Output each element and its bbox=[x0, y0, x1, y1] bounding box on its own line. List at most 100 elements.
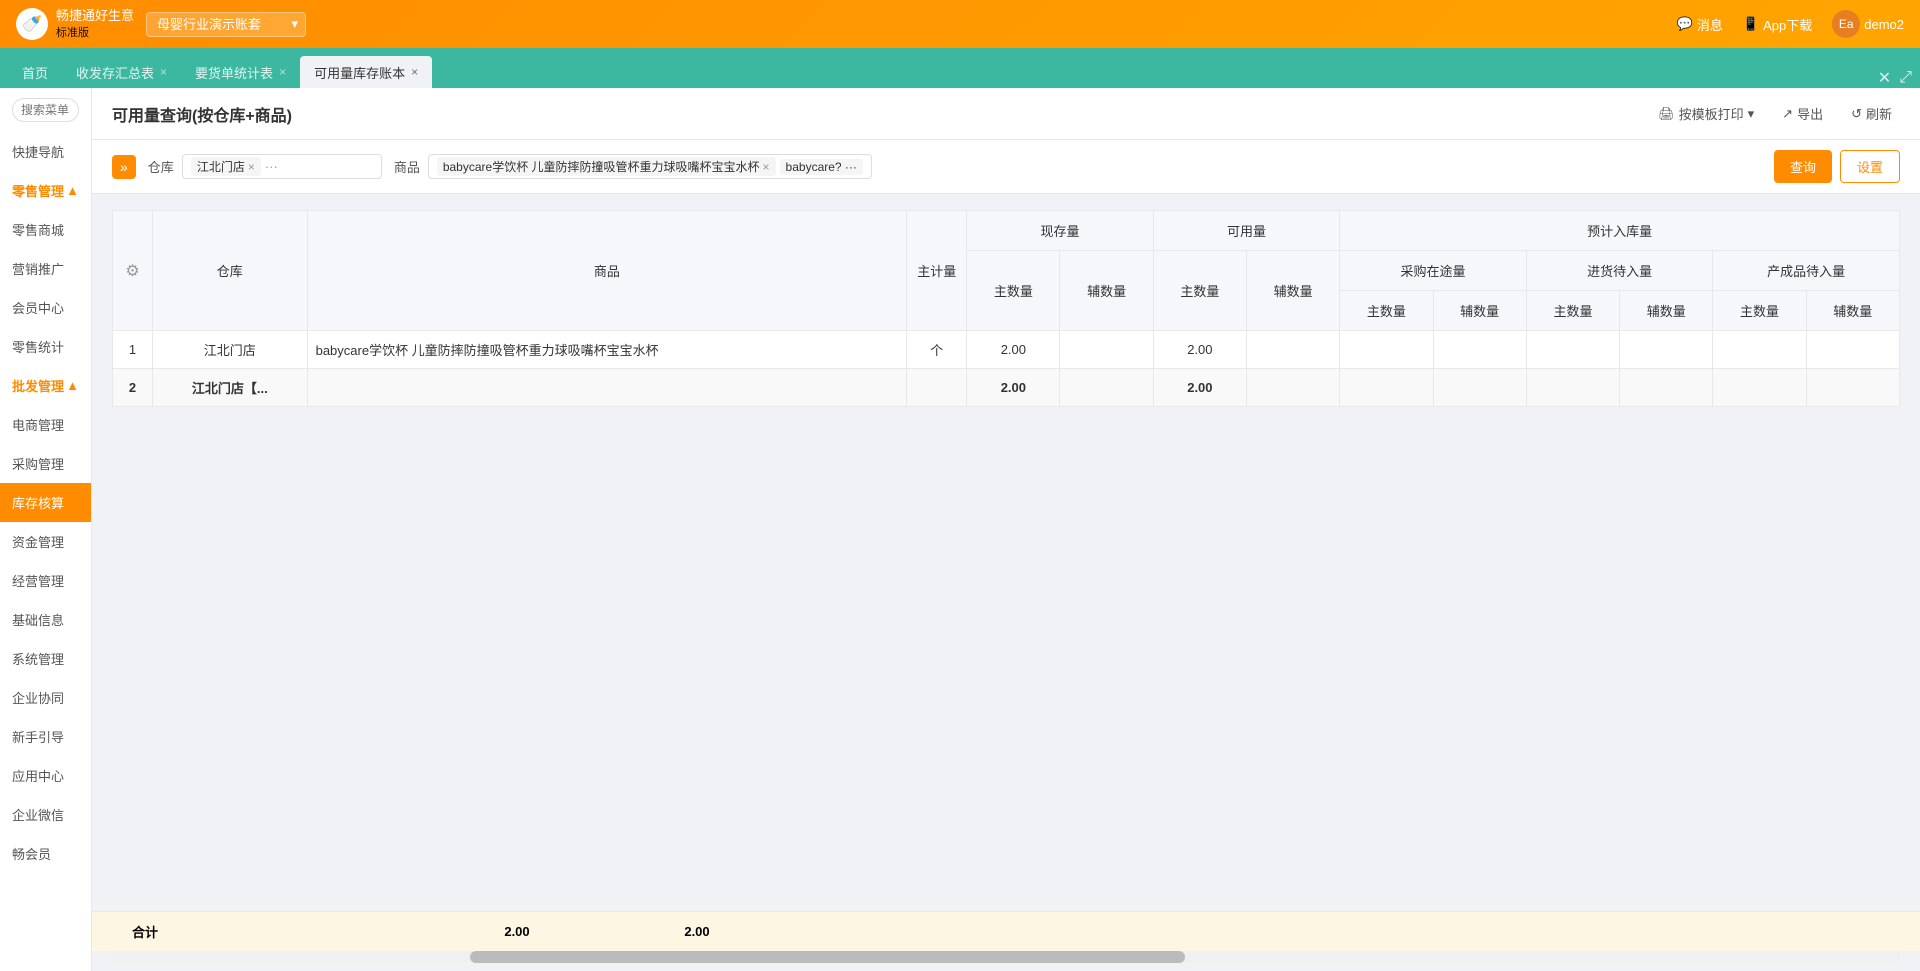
warehouse-tag-1[interactable]: 江北门店 × bbox=[191, 157, 261, 176]
cell-available-main: 2.00 bbox=[1153, 369, 1246, 407]
product-tag-1[interactable]: babycare学饮杯 儿童防摔防撞吸管杯重力球吸嘴杯宝宝水杯 × bbox=[437, 157, 776, 176]
tab-receive-summary[interactable]: 收发存汇总表 × bbox=[62, 56, 181, 88]
table-scrollbar[interactable] bbox=[112, 951, 1900, 963]
sidebar-item-inventory[interactable]: 库存核算 bbox=[0, 483, 91, 522]
th-current-stock: 现存量 bbox=[967, 211, 1154, 251]
sidebar-item-system[interactable]: 系统管理 bbox=[0, 639, 91, 678]
phone-icon: 📱 bbox=[1743, 16, 1759, 32]
cell-purchase-main bbox=[1340, 331, 1433, 369]
product-tag-remove-1[interactable]: × bbox=[763, 160, 770, 174]
query-btn[interactable]: 查询 bbox=[1774, 150, 1832, 183]
new-user-label: 新手引导 bbox=[12, 727, 64, 746]
store-selector[interactable]: 母婴行业演示账套 bbox=[146, 12, 306, 37]
sidebar-item-retail-mall[interactable]: 零售商城 bbox=[0, 210, 91, 249]
warehouse-dots[interactable]: ··· bbox=[265, 159, 278, 174]
app-download-btn[interactable]: 📱 App下载 bbox=[1743, 15, 1812, 34]
export-btn[interactable]: ↗ 导出 bbox=[1774, 100, 1831, 127]
tab-receive-summary-close[interactable]: × bbox=[160, 65, 167, 79]
retail-section-label: 零售管理 bbox=[12, 181, 64, 200]
th-production-aux: 辅数量 bbox=[1806, 291, 1899, 331]
store-selector-wrap[interactable]: 母婴行业演示账套 bbox=[146, 12, 306, 37]
th-production-pending: 产成品待入量 bbox=[1713, 251, 1900, 291]
tab-order-stats[interactable]: 要货单统计表 × bbox=[181, 56, 300, 88]
settings-icon[interactable]: ⚙ bbox=[125, 263, 139, 280]
quick-nav-label: 快捷导航 bbox=[12, 142, 64, 161]
message-btn[interactable]: 💬 消息 bbox=[1677, 15, 1723, 34]
tab-receive-summary-label: 收发存汇总表 bbox=[76, 63, 154, 82]
sidebar-item-retail-stats[interactable]: 零售统计 bbox=[0, 327, 91, 366]
data-table: ⚙ 仓库 商品 主计量 现存量 可用量 预计入库量 主数量 辅数量 主数量 辅数… bbox=[112, 210, 1900, 407]
sidebar-item-enterprise-wechat[interactable]: 企业微信 bbox=[0, 795, 91, 834]
th-main-unit: 主计量 bbox=[907, 211, 967, 331]
warehouse-tag-remove[interactable]: × bbox=[248, 160, 255, 174]
th-incoming-pending: 进货待入量 bbox=[1526, 251, 1713, 291]
refresh-btn[interactable]: ↺ 刷新 bbox=[1843, 100, 1900, 127]
th-settings[interactable]: ⚙ bbox=[113, 211, 153, 331]
enterprise-wechat-label: 企业微信 bbox=[12, 805, 64, 824]
app-center-label: 应用中心 bbox=[12, 766, 64, 785]
search-input[interactable] bbox=[12, 98, 79, 122]
th-purchase-aux: 辅数量 bbox=[1433, 291, 1526, 331]
warehouse-tag-container[interactable]: 江北门店 × ··· bbox=[182, 154, 382, 179]
export-icon: ↗ bbox=[1782, 106, 1793, 122]
retail-section-arrow: ▲ bbox=[66, 183, 79, 198]
logo-text: 畅捷通好生意 标准版 bbox=[56, 8, 134, 40]
table-scrollbar-thumb[interactable] bbox=[470, 951, 1185, 963]
sidebar-item-app-center[interactable]: 应用中心 bbox=[0, 756, 91, 795]
sidebar-item-ecommerce[interactable]: 电商管理 bbox=[0, 405, 91, 444]
th-purchase-transit: 采购在途量 bbox=[1340, 251, 1527, 291]
tab-available-ledger-label: 可用量库存账本 bbox=[314, 63, 405, 82]
product-tag-2[interactable]: babycare? ··· bbox=[780, 159, 863, 175]
sidebar-item-marketing[interactable]: 营销推广 bbox=[0, 249, 91, 288]
product-tag-container[interactable]: babycare学饮杯 儿童防摔防撞吸管杯重力球吸嘴杯宝宝水杯 × babyca… bbox=[428, 154, 872, 179]
sidebar-item-member-vip[interactable]: 畅会员 bbox=[0, 834, 91, 873]
sidebar-item-operations[interactable]: 经营管理 bbox=[0, 561, 91, 600]
tab-home-label: 首页 bbox=[22, 63, 48, 82]
main-layout: 快捷导航 零售管理 ▲ 零售商城 营销推广 会员中心 零售统计 批发管理 ▲ 电… bbox=[0, 88, 1920, 971]
print-template-btn[interactable]: 🖨 按模板打印 ▾ bbox=[1650, 100, 1762, 127]
sidebar-item-quick-nav[interactable]: 快捷导航 bbox=[0, 132, 91, 171]
user-menu[interactable]: Ea demo2 bbox=[1832, 10, 1904, 38]
sidebar-item-purchase[interactable]: 采购管理 bbox=[0, 444, 91, 483]
tab-order-stats-label: 要货单统计表 bbox=[195, 63, 273, 82]
purchase-label: 采购管理 bbox=[12, 454, 64, 473]
sidebar-section-retail[interactable]: 零售管理 ▲ bbox=[0, 171, 91, 210]
sidebar-item-new-user[interactable]: 新手引导 bbox=[0, 717, 91, 756]
logo-sub: 标准版 bbox=[56, 24, 134, 40]
tab-home[interactable]: 首页 bbox=[8, 56, 62, 88]
filter-bar: » 仓库 江北门店 × ··· 商品 babycare学饮杯 儿童防摔防撞吸管杯… bbox=[92, 140, 1920, 194]
sidebar-section-wholesale[interactable]: 批发管理 ▲ bbox=[0, 366, 91, 405]
sidebar-item-member[interactable]: 会员中心 bbox=[0, 288, 91, 327]
operations-label: 经营管理 bbox=[12, 571, 64, 590]
table-row: 2 江北门店【... 2.00 2.00 bbox=[113, 369, 1900, 407]
tab-available-ledger[interactable]: 可用量库存账本 × bbox=[300, 56, 432, 88]
footer-available-main: 2.00 bbox=[652, 924, 742, 939]
retail-stats-label: 零售统计 bbox=[12, 337, 64, 356]
logo-area: 🍼 畅捷通好生意 标准版 bbox=[16, 8, 134, 40]
filter-toggle-btn[interactable]: » bbox=[112, 155, 136, 179]
page-title: 可用量查询(按仓库+商品) bbox=[112, 102, 292, 126]
product-filter: 商品 babycare学饮杯 儿童防摔防撞吸管杯重力球吸嘴杯宝宝水杯 × bab… bbox=[394, 154, 872, 179]
th-purchase-main: 主数量 bbox=[1340, 291, 1433, 331]
th-stock-main: 主数量 bbox=[967, 251, 1060, 331]
wholesale-section-label: 批发管理 bbox=[12, 376, 64, 395]
footer-label: 合计 bbox=[112, 922, 192, 941]
sidebar-item-basic-info[interactable]: 基础信息 bbox=[0, 600, 91, 639]
tab-order-stats-close[interactable]: × bbox=[279, 65, 286, 79]
print-chevron: ▾ bbox=[1748, 106, 1755, 122]
expand-btn[interactable]: ⤢ bbox=[1899, 69, 1912, 87]
th-available: 可用量 bbox=[1153, 211, 1340, 251]
cell-warehouse: 江北门店【... bbox=[153, 369, 308, 407]
tab-available-ledger-close[interactable]: × bbox=[411, 65, 418, 79]
th-available-main: 主数量 bbox=[1153, 251, 1246, 331]
sidebar-item-finance[interactable]: 资金管理 bbox=[0, 522, 91, 561]
close-all-btn[interactable]: ✕ bbox=[1878, 68, 1891, 88]
finance-label: 资金管理 bbox=[12, 532, 64, 551]
setting-btn[interactable]: 设置 bbox=[1840, 150, 1900, 183]
page-header: 可用量查询(按仓库+商品) 🖨 按模板打印 ▾ ↗ 导出 ↺ 刷新 bbox=[92, 88, 1920, 140]
cell-incoming-aux bbox=[1620, 369, 1713, 407]
cell-purchase-aux bbox=[1433, 369, 1526, 407]
cell-stock-main: 2.00 bbox=[967, 369, 1060, 407]
sidebar-item-enterprise[interactable]: 企业协同 bbox=[0, 678, 91, 717]
th-production-main: 主数量 bbox=[1713, 291, 1806, 331]
